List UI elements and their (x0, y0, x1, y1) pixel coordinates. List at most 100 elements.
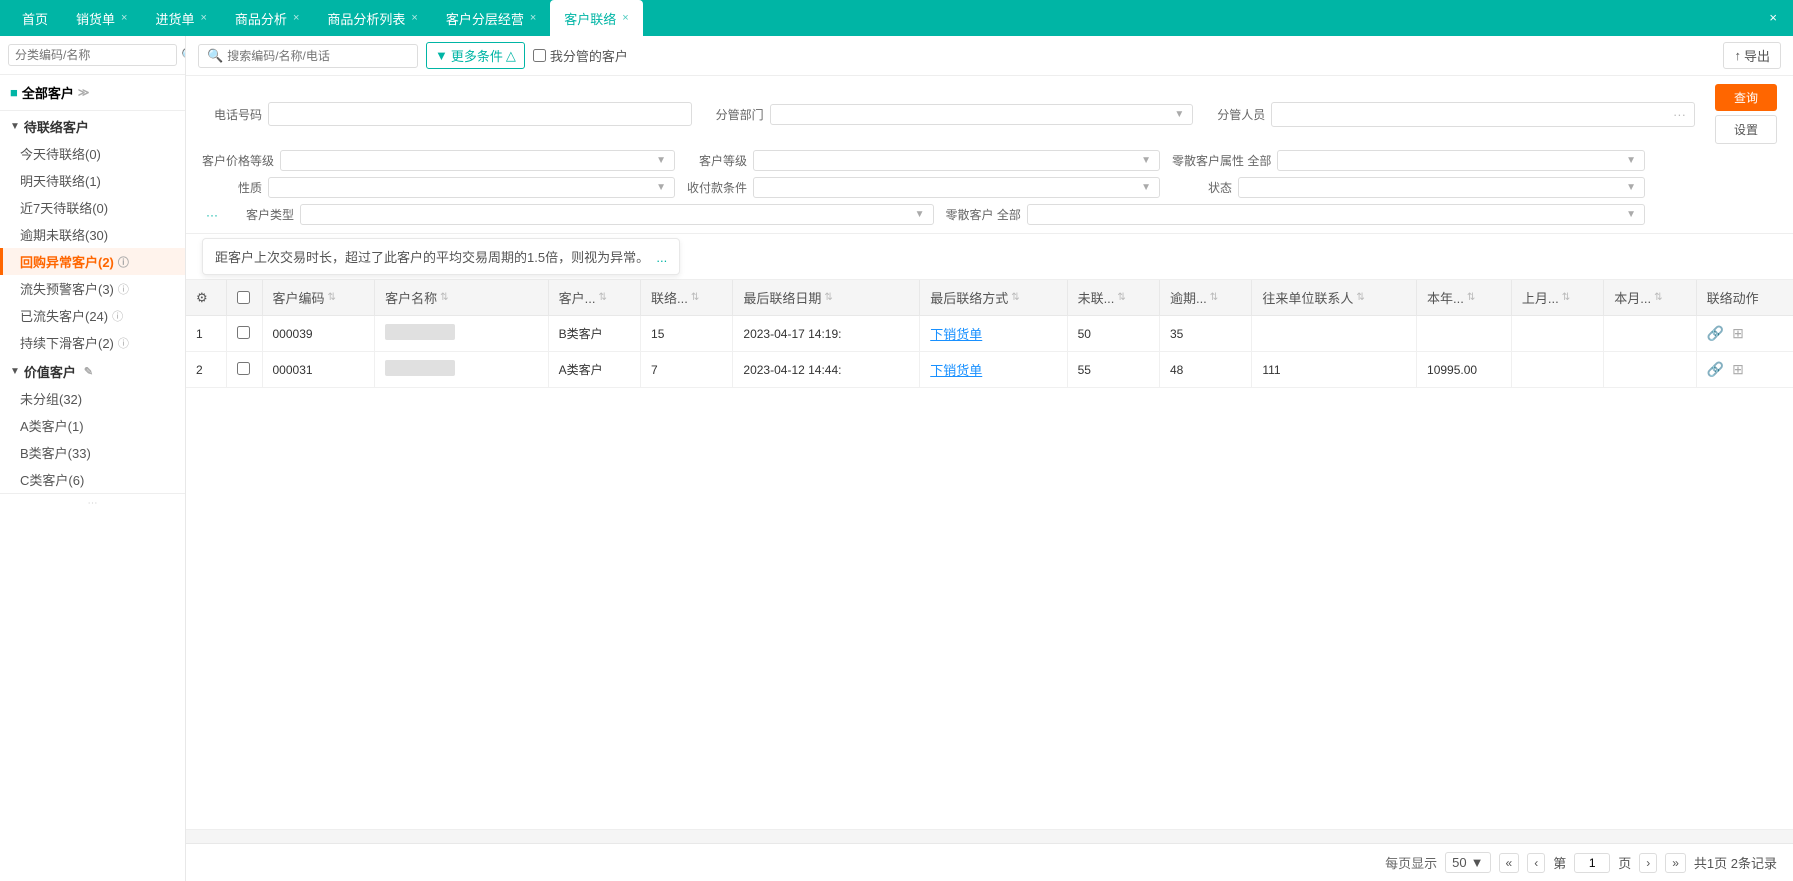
sidebar-collapse-icon[interactable]: ≫ (78, 86, 90, 99)
cell-no-contact-1: 55 (1067, 352, 1159, 388)
sidebar-item-class-c[interactable]: C类客户(6) (0, 466, 185, 493)
filter-scattered-customer: 零散客户 全部 ▼ (946, 204, 1646, 225)
close-analysis-icon[interactable]: × (293, 12, 299, 24)
pagination-bar: 每页显示 50 ▼ « ‹ 第 页 › » 共1页 2条记录 (186, 843, 1793, 881)
th-this-year[interactable]: 本年... ⇅ (1417, 280, 1512, 316)
close-purchase-icon[interactable]: × (200, 12, 206, 24)
nav-item-purchase[interactable]: 进货单 × (141, 0, 220, 36)
tooltip-more-button[interactable]: ... (656, 250, 667, 265)
last-method-link-0[interactable]: 下销货单 (930, 327, 982, 342)
search-input[interactable] (227, 49, 409, 63)
action-grid-icon-1[interactable]: ⊞ (1732, 361, 1744, 378)
filter-row-1: 电话号码 分管部门 ▼ 分管人员 ··· 查询 (202, 84, 1777, 144)
scattered-attr-select[interactable]: ▼ (1277, 150, 1645, 171)
th-grade[interactable]: 客户... ⇅ (548, 280, 640, 316)
status-select[interactable]: ▼ (1238, 177, 1645, 198)
select-all-checkbox[interactable] (237, 291, 250, 304)
window-close-button[interactable]: × (1761, 9, 1785, 27)
cell-contact-count-0: 15 (641, 316, 733, 352)
action-grid-icon-0[interactable]: ⊞ (1732, 325, 1744, 342)
export-button[interactable]: ↑ 导出 (1723, 42, 1781, 69)
cell-checkbox-1[interactable] (226, 352, 262, 388)
first-page-button[interactable]: « (1499, 853, 1520, 873)
page-number-input[interactable] (1574, 853, 1610, 873)
settings-icon[interactable]: ⚙ (196, 290, 208, 306)
filter-scattered-attr: 零散客户属性 全部 ▼ (1172, 150, 1645, 171)
action-link-icon-0[interactable]: 🔗 (1707, 325, 1724, 342)
person-select[interactable]: ··· (1271, 102, 1695, 127)
sidebar-item-class-a[interactable]: A类客户(1) (0, 412, 185, 439)
sidebar-item-tomorrow[interactable]: 明天待联络(1) (0, 167, 185, 194)
sort-overdue-icon: ⇅ (1210, 292, 1218, 303)
price-grade-select[interactable]: ▼ (280, 150, 675, 171)
close-sales-icon[interactable]: × (121, 12, 127, 24)
nav-item-analysis[interactable]: 商品分析 × (221, 0, 313, 36)
nav-item-customer-layer[interactable]: 客户分层经营 × (432, 0, 550, 36)
th-last-method[interactable]: 最后联络方式 ⇅ (920, 280, 1067, 316)
sidebar-item-today[interactable]: 今天待联络(0) (0, 140, 185, 167)
department-select[interactable]: ▼ (770, 104, 1194, 125)
phone-input[interactable] (268, 102, 692, 126)
th-code[interactable]: 客户编码 ⇅ (262, 280, 375, 316)
payment-select[interactable]: ▼ (753, 177, 1160, 198)
th-this-month[interactable]: 本月... ⇅ (1604, 280, 1696, 316)
next-page-button[interactable]: › (1639, 853, 1657, 873)
scattered-customer-select[interactable]: ▼ (1027, 204, 1645, 225)
nav-item-home[interactable]: 首页 (8, 0, 62, 36)
close-customer-layer-icon[interactable]: × (530, 12, 536, 24)
prev-page-button[interactable]: ‹ (1527, 853, 1545, 873)
cell-last-method-1[interactable]: 下销货单 (920, 352, 1067, 388)
th-name[interactable]: 客户名称 ⇅ (375, 280, 548, 316)
nav-item-sales[interactable]: 销货单 × (62, 0, 141, 36)
sidebar-item-ungroup[interactable]: 未分组(32) (0, 385, 185, 412)
more-conditions-button[interactable]: ▼ 更多条件 △ (426, 42, 525, 69)
info-lost-icon: ⓘ (112, 308, 123, 324)
action-link-icon-1[interactable]: 🔗 (1707, 361, 1724, 378)
th-contact-person[interactable]: 往来单位联系人 ⇅ (1252, 280, 1417, 316)
last-method-link-1[interactable]: 下销货单 (930, 363, 982, 378)
per-page-label: 每页显示 (1385, 853, 1437, 872)
sidebar-item-7days[interactable]: 近7天待联络(0) (0, 194, 185, 221)
cell-last-method-0[interactable]: 下销货单 (920, 316, 1067, 352)
sidebar-search-input[interactable] (8, 44, 177, 66)
per-page-select[interactable]: 50 ▼ (1445, 852, 1490, 873)
row-checkbox-1[interactable] (237, 362, 250, 375)
last-page-button[interactable]: » (1665, 853, 1686, 873)
sidebar-item-overdue[interactable]: 逾期未联络(30) (0, 221, 185, 248)
filter-customer-grade: 客户等级 ▼ (687, 150, 1160, 171)
sidebar-item-class-b[interactable]: B类客户(33) (0, 439, 185, 466)
nav-item-customer-contact[interactable]: 客户联络 × (550, 0, 642, 36)
nature-select[interactable]: ▼ (268, 177, 675, 198)
th-contact-count[interactable]: 联络... ⇅ (641, 280, 733, 316)
horizontal-scrollbar[interactable] (186, 829, 1793, 843)
close-analysis-list-icon[interactable]: × (411, 12, 417, 24)
row-checkbox-0[interactable] (237, 326, 250, 339)
query-button[interactable]: 查询 (1715, 84, 1777, 111)
filter-phone: 电话号码 (202, 102, 692, 126)
nav-item-analysis-list[interactable]: 商品分析列表 × (313, 0, 431, 36)
sidebar-resize-handle[interactable]: ⋯ (0, 493, 185, 513)
sidebar-item-loss-warning[interactable]: 流失预警客户(3) ⓘ (0, 275, 185, 302)
sidebar-all-customers[interactable]: ■ 全部客户 ≫ (0, 75, 185, 111)
my-customers-checkbox-label[interactable]: 我分管的客户 (533, 46, 628, 65)
th-overdue[interactable]: 逾期... ⇅ (1159, 280, 1251, 316)
th-no-contact[interactable]: 未联... ⇅ (1067, 280, 1159, 316)
my-customers-checkbox[interactable] (533, 49, 546, 62)
sort-last-date-icon: ⇅ (824, 292, 832, 303)
filter-more-button[interactable]: ··· (202, 206, 222, 224)
customer-type-select[interactable]: ▼ (300, 204, 934, 225)
close-customer-contact-icon[interactable]: × (622, 12, 628, 24)
chevron-down-icon-6: ▼ (1141, 182, 1151, 193)
th-last-date[interactable]: 最后联络日期 ⇅ (733, 280, 920, 316)
advanced-filter: 电话号码 分管部门 ▼ 分管人员 ··· 查询 (186, 76, 1793, 234)
sidebar-item-lost[interactable]: 已流失客户(24) ⓘ (0, 302, 185, 329)
triangle-icon: ▼ (10, 121, 20, 132)
cell-checkbox-0[interactable] (226, 316, 262, 352)
cell-last-date-0: 2023-04-17 14:19: (733, 316, 920, 352)
sidebar-item-abnormal[interactable]: 回购异常客户(2) ⓘ (0, 248, 185, 275)
th-last-month[interactable]: 上月... ⇅ (1511, 280, 1603, 316)
settings-button[interactable]: 设置 (1715, 115, 1777, 144)
edit-value-icon[interactable]: ✎ (84, 365, 93, 378)
sidebar-item-declining[interactable]: 持续下滑客户(2) ⓘ (0, 329, 185, 356)
customer-grade-select[interactable]: ▼ (753, 150, 1160, 171)
